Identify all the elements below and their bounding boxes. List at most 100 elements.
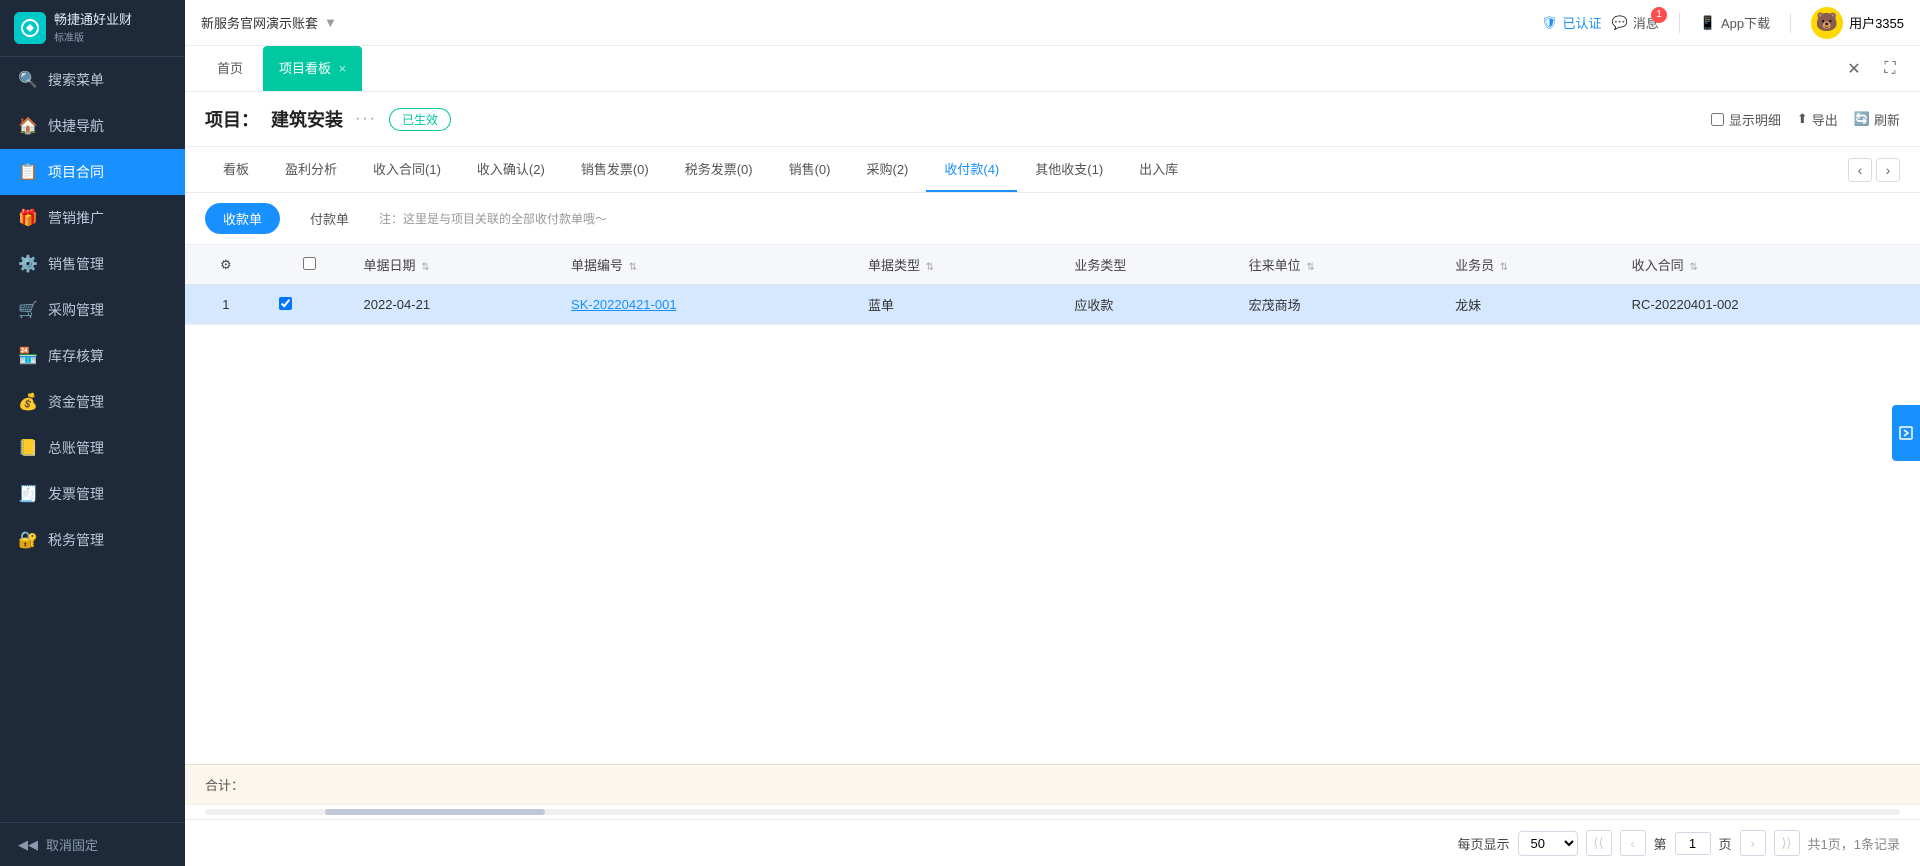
show-detail-label: 显示明细 [1729, 110, 1781, 129]
project-header: 项目： 建筑安装 ··· 已生效 显示明细 ⬆ 导出 🔄 刷新 [185, 92, 1920, 147]
subtab-other-expense[interactable]: 其他收支(1) [1017, 147, 1121, 192]
col-settings[interactable]: ⚙ [185, 245, 267, 285]
subtab-inout[interactable]: 出入库 [1121, 147, 1196, 192]
page-end-label: 页 [1719, 834, 1732, 853]
project-status-badge: 已生效 [389, 108, 451, 131]
show-detail-input[interactable] [1711, 113, 1724, 126]
sort-icon: ⇅ [1689, 262, 1697, 273]
row-date: 2022-04-21 [352, 285, 559, 325]
user-label: 用户3355 [1849, 13, 1904, 32]
subtab-kanban[interactable]: 看板 [205, 147, 267, 192]
scrollbar-thumb[interactable] [325, 809, 545, 815]
tab-home[interactable]: 首页 [201, 46, 259, 91]
row-number[interactable]: SK-20220421-001 [559, 285, 856, 325]
subtab-prev-button[interactable]: ‹ [1848, 158, 1872, 182]
subtab-profit[interactable]: 盈利分析 [267, 147, 355, 192]
col-checkbox[interactable] [267, 245, 352, 285]
col-biz-type: 业务类型 [1062, 245, 1236, 285]
subtab-tax-invoice[interactable]: 税务发票(0) [667, 147, 771, 192]
phone-icon: 📱 [1700, 15, 1716, 31]
sidebar-item-label: 销售管理 [48, 254, 104, 274]
row-salesperson: 龙妹 [1443, 285, 1620, 325]
float-panel-button[interactable] [1892, 405, 1920, 461]
tabbar-right: ✕ ⛶ [1840, 55, 1904, 83]
refresh-button[interactable]: 🔄 刷新 [1854, 110, 1900, 129]
total-label: 合计： [205, 778, 244, 793]
sidebar-item-label: 库存核算 [48, 346, 104, 366]
topbar-dropdown-icon[interactable]: ▼ [324, 15, 337, 30]
main-content: 新服务官网演示账套 ▼ 🛡 已认证 💬 消息 1 📱 App下载 🐻 用户335… [185, 0, 1920, 866]
sidebar: 畅捷通好业财 标准版 🔍 搜索菜单 🏠 快捷导航 📋 项目合同 🎁 营销推广 ⚙… [0, 0, 185, 866]
sidebar-item-project-contract[interactable]: 📋 项目合同 [0, 149, 185, 195]
page-content: 项目： 建筑安装 ··· 已生效 显示明细 ⬆ 导出 🔄 刷新 [185, 92, 1920, 866]
last-page-button[interactable]: ⟩⟩ [1774, 830, 1800, 856]
unpin-button[interactable]: ◀◀ 取消固定 [0, 822, 185, 866]
first-page-button[interactable]: ⟨⟨ [1586, 830, 1612, 856]
receipt-toggle-button[interactable]: 收款单 [205, 203, 280, 234]
shield-icon: 🛡 [1541, 15, 1558, 31]
sidebar-item-label: 税务管理 [48, 530, 104, 550]
col-date[interactable]: 单据日期 ⇅ [352, 245, 559, 285]
page-input[interactable] [1675, 832, 1711, 855]
sort-icon: ⇅ [1306, 262, 1314, 273]
subtab-purchase[interactable]: 采购(2) [848, 147, 926, 192]
sidebar-item-ledger[interactable]: 📒 总账管理 [0, 425, 185, 471]
subtab-next-button[interactable]: › [1876, 158, 1900, 182]
sidebar-logo: 畅捷通好业财 标准版 [0, 0, 185, 57]
row-checkbox[interactable] [267, 285, 352, 325]
sort-icon: ⇅ [1500, 262, 1508, 273]
app-logo-icon [14, 12, 46, 44]
col-income-contract[interactable]: 收入合同 ⇅ [1620, 245, 1920, 285]
subtab-nav: ‹ › [1848, 158, 1900, 182]
divider2 [1790, 13, 1791, 33]
toggle-section: 收款单 付款单 注：这里是与项目关联的全部收付款单哦～ [185, 193, 1920, 245]
prev-page-button[interactable]: ‹ [1620, 830, 1646, 856]
sidebar-item-label: 快捷导航 [48, 116, 104, 136]
user-menu[interactable]: 🐻 用户3355 [1811, 7, 1904, 39]
app-download-button[interactable]: 📱 App下载 [1700, 13, 1770, 32]
sidebar-item-sales-mgmt[interactable]: ⚙️ 销售管理 [0, 241, 185, 287]
unpin-icon: ◀◀ [18, 837, 38, 853]
window-maximize-button[interactable]: ⛶ [1876, 55, 1904, 83]
col-type[interactable]: 单据类型 ⇅ [856, 245, 1062, 285]
show-detail-checkbox[interactable]: 显示明细 [1711, 110, 1781, 129]
tab-close-icon[interactable]: × [339, 61, 347, 76]
message-button[interactable]: 💬 消息 1 [1612, 13, 1659, 32]
subtab-receipt[interactable]: 收付款(4) [926, 147, 1017, 192]
project-more-icon[interactable]: ··· [355, 110, 377, 128]
row-num: 1 [185, 285, 267, 325]
pagination: 每页显示 50 20 100 ⟨⟨ ‹ 第 页 › ⟩⟩ 共1页，1条记录 [185, 819, 1920, 866]
sidebar-item-inventory[interactable]: 🏪 库存核算 [0, 333, 185, 379]
topbar-project-name: 新服务官网演示账套 [201, 13, 318, 32]
subtab-income-contract[interactable]: 收入合同(1) [355, 147, 459, 192]
per-page-select[interactable]: 50 20 100 [1518, 831, 1578, 856]
unpin-label: 取消固定 [46, 835, 98, 854]
select-all-checkbox[interactable] [303, 257, 316, 270]
sidebar-item-purchase-mgmt[interactable]: 🛒 采购管理 [0, 287, 185, 333]
horizontal-scrollbar[interactable] [185, 804, 1920, 819]
sidebar-item-tax-mgmt[interactable]: 🔐 税务管理 [0, 517, 185, 563]
project-icon: 📋 [18, 162, 38, 182]
export-button[interactable]: ⬆ 导出 [1797, 110, 1838, 129]
window-close-button[interactable]: ✕ [1840, 55, 1868, 83]
avatar: 🐻 [1811, 7, 1843, 39]
col-salesperson[interactable]: 业务员 ⇅ [1443, 245, 1620, 285]
subtab-sales-invoice[interactable]: 销售发票(0) [563, 147, 667, 192]
table-wrapper: ⚙ 单据日期 ⇅ 单据编号 ⇅ 单据类型 ⇅ [185, 245, 1920, 764]
sidebar-item-quick-nav[interactable]: 🏠 快捷导航 [0, 103, 185, 149]
sidebar-item-search[interactable]: 🔍 搜索菜单 [0, 57, 185, 103]
sidebar-item-marketing[interactable]: 🎁 营销推广 [0, 195, 185, 241]
sidebar-item-invoice-mgmt[interactable]: 🧾 发票管理 [0, 471, 185, 517]
col-number[interactable]: 单据编号 ⇅ [559, 245, 856, 285]
subtab-sales[interactable]: 销售(0) [771, 147, 849, 192]
col-partner[interactable]: 往来单位 ⇅ [1237, 245, 1443, 285]
payment-toggle-button[interactable]: 付款单 [292, 203, 367, 234]
row-select-checkbox[interactable] [279, 297, 292, 310]
sidebar-item-fund-mgmt[interactable]: 💰 资金管理 [0, 379, 185, 425]
sidebar-item-label: 搜索菜单 [48, 70, 104, 90]
next-page-button[interactable]: › [1740, 830, 1766, 856]
home-icon: 🏠 [18, 116, 38, 136]
row-partner: 宏茂商场 [1237, 285, 1443, 325]
subtab-income-confirm[interactable]: 收入确认(2) [459, 147, 563, 192]
tab-kanban[interactable]: 项目看板 × [263, 46, 362, 91]
